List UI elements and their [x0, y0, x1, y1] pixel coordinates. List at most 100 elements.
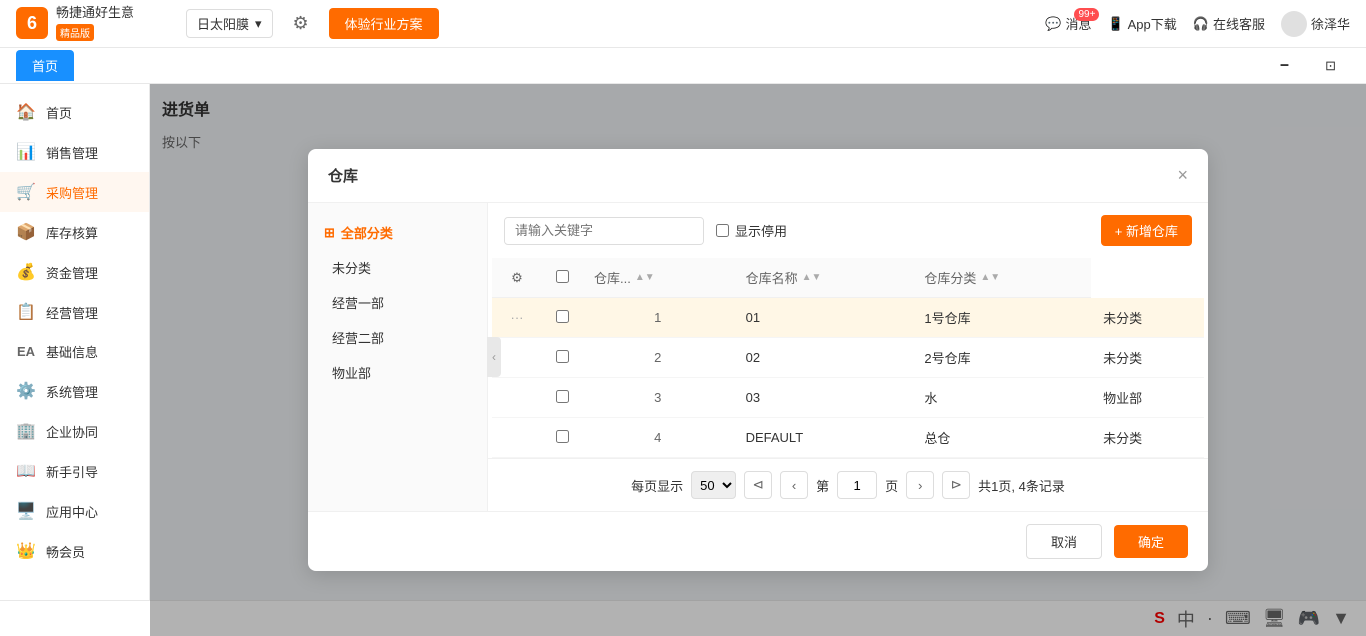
row-gear-4[interactable]: [492, 418, 542, 458]
col-header-check: [542, 258, 582, 298]
table-row[interactable]: 2 02 2号仓库 未分类: [492, 338, 1204, 378]
row-no-1: 1: [582, 298, 734, 338]
warehouse-table-wrapper: ⚙ 仓库... ▲▼: [488, 258, 1208, 458]
first-page-button[interactable]: ⊲: [744, 471, 772, 499]
row-checkbox-3[interactable]: [556, 390, 569, 403]
cancel-button[interactable]: 取消: [1026, 524, 1102, 559]
header-center: 日太阳膜 ▾ ⚙ 体验行业方案: [166, 8, 1045, 40]
grid-icon: ⊞: [324, 225, 335, 241]
username: 徐泽华: [1311, 14, 1350, 33]
warehouse-modal: 仓库 × ⊞ 全部分类 未分类 经营: [308, 149, 1208, 571]
sidebar-item-system[interactable]: ⚙️ 系统管理: [0, 371, 149, 411]
select-all-checkbox[interactable]: [556, 270, 569, 283]
table-header: ⚙ 仓库... ▲▼: [492, 258, 1204, 298]
sidebar-label-system: 系统管理: [46, 382, 98, 401]
modal-body: ⊞ 全部分类 未分类 经营一部 经营二部 物业部: [308, 203, 1208, 511]
main-layout: 🏠 首页 📊 销售管理 🛒 采购管理 📦 库存核算 💰 资金管理 📋 经营管理 …: [0, 84, 1366, 636]
finance-icon: 💰: [16, 262, 36, 282]
top-header: 6 畅捷通好生意 精品版 日太阳膜 ▾ ⚙ 体验行业方案 💬 消息 99+ 📱 …: [0, 0, 1366, 48]
chevron-down-icon: ▾: [255, 16, 262, 32]
sidebar-label-member: 畅会员: [46, 542, 85, 561]
expand-btn[interactable]: ⊡: [1311, 49, 1350, 83]
purchase-icon: 🛒: [16, 182, 36, 202]
row-name-3: 水: [912, 378, 1091, 418]
settings-icon[interactable]: ⚙: [285, 8, 317, 40]
system-icon: ⚙️: [16, 381, 36, 401]
collapse-btn[interactable]: 🗕: [1266, 49, 1303, 83]
add-warehouse-button[interactable]: + 新增仓库: [1101, 215, 1192, 246]
sidebar-item-app-center[interactable]: 🖥️ 应用中心: [0, 491, 149, 531]
row-name-4: 总仓: [912, 418, 1091, 458]
row-code-3: 03: [734, 378, 913, 418]
confirm-button[interactable]: 确定: [1114, 525, 1188, 558]
row-gear-1[interactable]: ···: [492, 298, 542, 338]
row-category-3: 物业部: [1091, 378, 1204, 418]
table-row[interactable]: 3 03 水 物业部: [492, 378, 1204, 418]
table-row[interactable]: ··· 1 01 1号仓库 未分类: [492, 298, 1204, 338]
row-checkbox-1[interactable]: [556, 310, 569, 323]
category-item-dept2[interactable]: 经营二部: [308, 320, 487, 355]
show-disabled-checkbox[interactable]: [716, 224, 729, 237]
modal-overlay: 仓库 × ⊞ 全部分类 未分类 经营: [150, 84, 1366, 636]
sidebar-item-operations[interactable]: 📋 经营管理: [0, 292, 149, 332]
sidebar-item-purchase[interactable]: 🛒 采购管理: [0, 172, 149, 212]
row-checkbox-4[interactable]: [556, 430, 569, 443]
user-item[interactable]: 徐泽华: [1281, 11, 1350, 37]
sidebar-item-basic-info[interactable]: EA 基础信息: [0, 332, 149, 371]
row-gear-3[interactable]: [492, 378, 542, 418]
tab-home[interactable]: 首页: [16, 50, 74, 81]
prev-page-button[interactable]: ‹: [780, 471, 808, 499]
page-input[interactable]: [837, 471, 877, 499]
modal-header: 仓库 ×: [308, 149, 1208, 203]
logo-area: 6 畅捷通好生意 精品版: [16, 5, 166, 42]
sidebar-item-inventory[interactable]: 📦 库存核算: [0, 212, 149, 252]
sidebar-item-guide[interactable]: 📖 新手引导: [0, 451, 149, 491]
sidebar-item-sales[interactable]: 📊 销售管理: [0, 132, 149, 172]
per-page-select[interactable]: 50: [691, 471, 736, 499]
main-content: 进货单 按以下 仓库 × ⊞ 全部分类: [150, 84, 1366, 636]
sort-icon-name: ▲▼: [802, 273, 822, 283]
sidebar-item-enterprise[interactable]: 🏢 企业协同: [0, 411, 149, 451]
search-input[interactable]: [505, 218, 701, 243]
last-page-button[interactable]: ⊳: [942, 471, 970, 499]
col-header-code: 仓库... ▲▼: [582, 258, 734, 298]
category-sidebar: ⊞ 全部分类 未分类 经营一部 经营二部 物业部: [308, 203, 488, 511]
app-download-item[interactable]: 📱 App下载: [1107, 14, 1176, 33]
row-no-3: 3: [582, 378, 734, 418]
nav-tabs: 首页 🗕 ⊡: [0, 48, 1366, 84]
category-item-dept1[interactable]: 经营一部: [308, 285, 487, 320]
gear-icon: ⚙: [511, 270, 523, 285]
row-category-4: 未分类: [1091, 418, 1204, 458]
page-label: 第: [816, 476, 829, 495]
category-all-label: 全部分类: [341, 223, 393, 242]
row-name-2: 2号仓库: [912, 338, 1091, 378]
online-service-item[interactable]: 🎧 在线客服: [1193, 14, 1265, 33]
messages-item[interactable]: 💬 消息 99+: [1045, 14, 1091, 33]
guide-icon: 📖: [16, 461, 36, 481]
sidebar-item-finance[interactable]: 💰 资金管理: [0, 252, 149, 292]
trial-button[interactable]: 体验行业方案: [329, 8, 439, 39]
category-item-uncategorized[interactable]: 未分类: [308, 250, 487, 285]
member-icon: 👑: [16, 541, 36, 561]
table-area: 🔍 显示停用 + 新增仓库: [488, 203, 1208, 511]
sidebar-item-home[interactable]: 🏠 首页: [0, 92, 149, 132]
category-item-property[interactable]: 物业部: [308, 355, 487, 390]
category-collapse-button[interactable]: ‹: [487, 337, 501, 377]
next-page-button[interactable]: ›: [906, 471, 934, 499]
enterprise-icon: 🏢: [16, 421, 36, 441]
sidebar-label-basic-info: 基础信息: [46, 342, 98, 361]
basic-info-icon: EA: [16, 344, 36, 359]
sidebar-item-member[interactable]: 👑 畅会员: [0, 531, 149, 571]
company-selector[interactable]: 日太阳膜 ▾: [186, 9, 273, 38]
messages-badge: 99+: [1074, 8, 1099, 21]
row-checkbox-2[interactable]: [556, 350, 569, 363]
row-check-cell-3: [542, 378, 582, 418]
table-body: ··· 1 01 1号仓库 未分类 2 02 2号仓库 未分类 3 03 水 物…: [492, 298, 1204, 458]
modal-close-button[interactable]: ×: [1177, 165, 1188, 186]
category-all[interactable]: ⊞ 全部分类: [308, 215, 487, 250]
modal-title: 仓库: [328, 165, 358, 186]
table-row[interactable]: 4 DEFAULT 总仓 未分类: [492, 418, 1204, 458]
logo-icon: 6: [16, 7, 48, 39]
search-button[interactable]: 🔍: [701, 218, 704, 244]
row-category-2: 未分类: [1091, 338, 1204, 378]
